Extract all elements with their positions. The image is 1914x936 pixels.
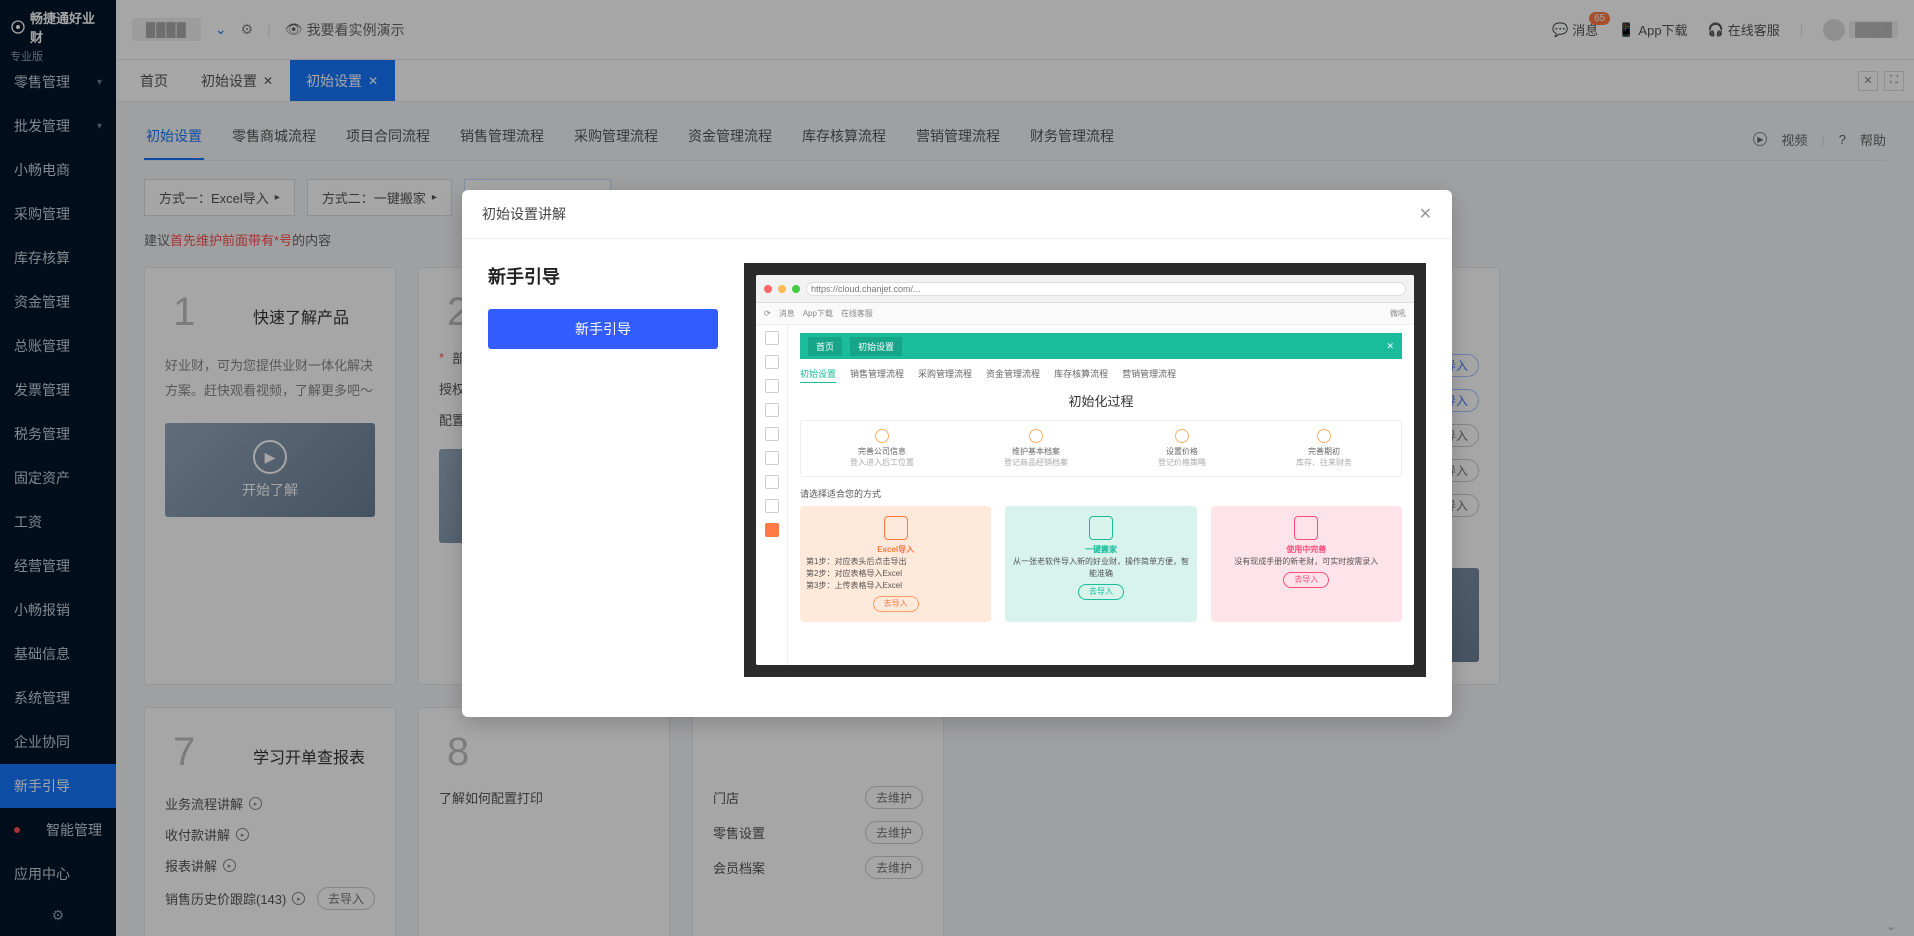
close-icon[interactable]: ✕ xyxy=(1419,204,1432,224)
guide-button[interactable]: 新手引导 xyxy=(488,309,718,349)
modal-overlay[interactable]: 初始设置讲解 ✕ 新手引导 新手引导 https://cloud.chanjet… xyxy=(0,0,1914,936)
tutorial-modal: 初始设置讲解 ✕ 新手引导 新手引导 https://cloud.chanjet… xyxy=(462,190,1452,717)
screenshot-preview: https://cloud.chanjet.com/... ⟳消息App下载在线… xyxy=(756,275,1414,665)
modal-title: 初始设置讲解 xyxy=(482,204,566,224)
modal-heading: 新手引导 xyxy=(488,263,718,289)
video-preview[interactable]: https://cloud.chanjet.com/... ⟳消息App下载在线… xyxy=(744,263,1426,677)
